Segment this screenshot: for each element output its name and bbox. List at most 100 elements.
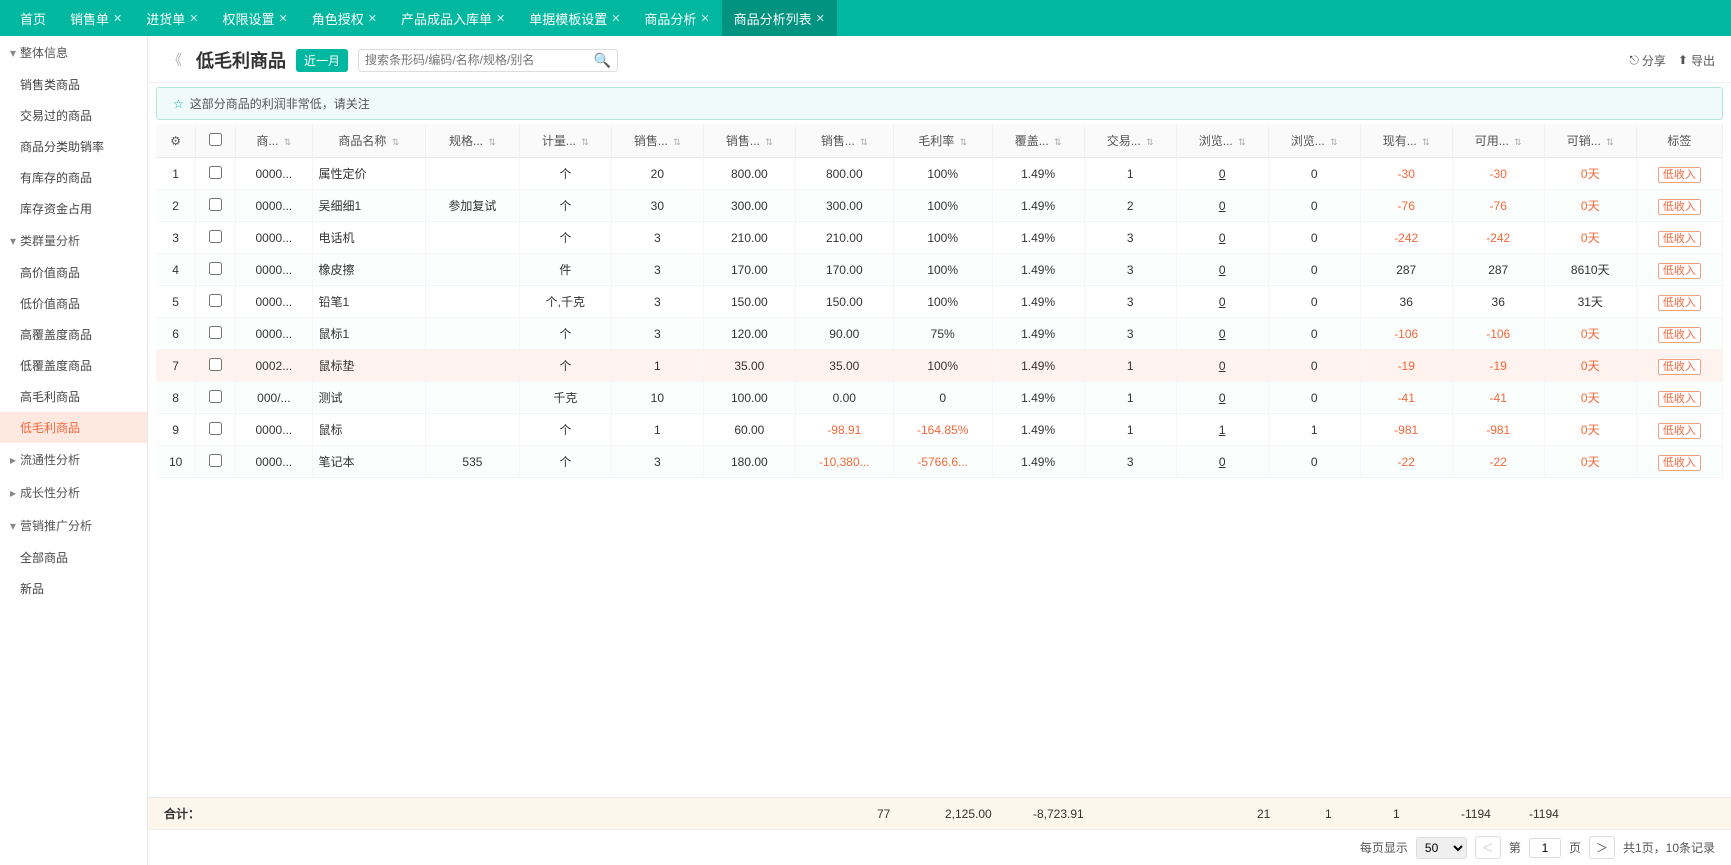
- close-icon[interactable]: ✕: [611, 12, 620, 25]
- row-name[interactable]: 鼠标垫: [312, 350, 426, 382]
- row-browse1[interactable]: 0: [1176, 286, 1268, 318]
- th-stock3[interactable]: 可销... ⇅: [1544, 124, 1636, 158]
- row-name[interactable]: 属性定价: [312, 158, 426, 190]
- row-browse1[interactable]: 0: [1176, 158, 1268, 190]
- row-checkbox[interactable]: [196, 222, 236, 254]
- th-browse2[interactable]: 浏览... ⇅: [1268, 124, 1360, 158]
- row-name[interactable]: 鼠标: [312, 414, 426, 446]
- th-sales1[interactable]: 销售... ⇅: [611, 124, 703, 158]
- row-name[interactable]: 电话机: [312, 222, 426, 254]
- row-checkbox[interactable]: [196, 382, 236, 414]
- row-select-checkbox[interactable]: [209, 198, 222, 211]
- sidebar-item-low-value[interactable]: 低价值商品: [0, 288, 147, 319]
- close-icon[interactable]: ✕: [113, 12, 122, 25]
- row-name[interactable]: 橡皮擦: [312, 254, 426, 286]
- th-name[interactable]: 商品名称 ⇅: [312, 124, 426, 158]
- th-settings[interactable]: ⚙: [156, 124, 196, 158]
- close-icon[interactable]: ✕: [368, 12, 377, 25]
- row-checkbox[interactable]: [196, 158, 236, 190]
- row-select-checkbox[interactable]: [209, 390, 222, 403]
- sidebar-item-in-stock[interactable]: 有库存的商品: [0, 162, 147, 193]
- row-browse1[interactable]: 0: [1176, 222, 1268, 254]
- row-name[interactable]: 铅笔1: [312, 286, 426, 318]
- sidebar-group-growth[interactable]: ▸ 成长性分析: [0, 476, 147, 509]
- page-number-input[interactable]: [1529, 838, 1561, 858]
- th-sales2[interactable]: 销售... ⇅: [703, 124, 795, 158]
- sidebar-group-cluster[interactable]: ▾ 类群量分析: [0, 224, 147, 257]
- sidebar-item-traded-goods[interactable]: 交易过的商品: [0, 100, 147, 131]
- nav-purchase[interactable]: 进货单 ✕: [134, 0, 210, 36]
- search-input[interactable]: [365, 53, 594, 67]
- th-sales3[interactable]: 销售... ⇅: [795, 124, 893, 158]
- select-all-checkbox[interactable]: [209, 133, 222, 146]
- row-checkbox[interactable]: [196, 318, 236, 350]
- row-browse1[interactable]: 0: [1176, 318, 1268, 350]
- row-checkbox[interactable]: [196, 350, 236, 382]
- sidebar-group-circulation[interactable]: ▸ 流通性分析: [0, 443, 147, 476]
- nav-analysis[interactable]: 商品分析 ✕: [632, 0, 721, 36]
- row-browse1[interactable]: 1: [1176, 414, 1268, 446]
- row-name[interactable]: 测试: [312, 382, 426, 414]
- th-browse1[interactable]: 浏览... ⇅: [1176, 124, 1268, 158]
- close-icon[interactable]: ✕: [700, 12, 709, 25]
- close-icon[interactable]: ✕: [279, 12, 288, 25]
- sidebar-item-all-goods[interactable]: 全部商品: [0, 542, 147, 573]
- th-gross[interactable]: 毛利率 ⇅: [893, 124, 992, 158]
- sidebar-item-stock-capital[interactable]: 库存资金占用: [0, 193, 147, 224]
- sidebar-group-marketing[interactable]: ▾ 营销推广分析: [0, 509, 147, 542]
- share-button[interactable]: ⎋ 分享: [1629, 52, 1666, 69]
- close-icon[interactable]: ✕: [496, 12, 505, 25]
- nav-products[interactable]: 产品成品入库单 ✕: [389, 0, 517, 36]
- sidebar-item-sales-goods[interactable]: 销售类商品: [0, 69, 147, 100]
- th-coverage[interactable]: 覆盖... ⇅: [992, 124, 1084, 158]
- th-code[interactable]: 商... ⇅: [236, 124, 312, 158]
- sidebar-collapse-btn[interactable]: 《: [164, 46, 186, 74]
- row-browse1[interactable]: 0: [1176, 190, 1268, 222]
- row-select-checkbox[interactable]: [209, 166, 222, 179]
- row-name[interactable]: 鼠标1: [312, 318, 426, 350]
- sidebar-item-low-profit[interactable]: 低毛利商品: [0, 412, 147, 443]
- prev-page-btn[interactable]: ＜: [1475, 836, 1501, 859]
- row-name[interactable]: 笔记本: [312, 446, 426, 478]
- search-icon[interactable]: 🔍: [594, 52, 611, 69]
- sidebar-group-overall[interactable]: ▾ 整体信息: [0, 36, 147, 69]
- row-checkbox[interactable]: [196, 254, 236, 286]
- row-select-checkbox[interactable]: [209, 454, 222, 467]
- nav-home[interactable]: 首页: [8, 0, 58, 36]
- page-size-select[interactable]: 50 100 200: [1416, 837, 1467, 859]
- close-icon[interactable]: ✕: [816, 12, 825, 25]
- row-browse1[interactable]: 0: [1176, 254, 1268, 286]
- th-spec[interactable]: 规格... ⇅: [426, 124, 520, 158]
- row-select-checkbox[interactable]: [209, 230, 222, 243]
- row-checkbox[interactable]: [196, 414, 236, 446]
- row-checkbox[interactable]: [196, 446, 236, 478]
- nav-permissions[interactable]: 权限设置 ✕: [210, 0, 299, 36]
- sidebar-item-low-coverage[interactable]: 低覆盖度商品: [0, 350, 147, 381]
- row-select-checkbox[interactable]: [209, 326, 222, 339]
- time-filter-btn[interactable]: 近一月: [296, 49, 348, 72]
- row-select-checkbox[interactable]: [209, 294, 222, 307]
- row-browse1[interactable]: 0: [1176, 350, 1268, 382]
- row-browse1[interactable]: 0: [1176, 446, 1268, 478]
- row-checkbox[interactable]: [196, 286, 236, 318]
- export-button[interactable]: ⬆ 导出: [1678, 52, 1715, 69]
- nav-templates[interactable]: 单据模板设置 ✕: [517, 0, 632, 36]
- th-stock1[interactable]: 现有... ⇅: [1360, 124, 1452, 158]
- row-name[interactable]: 吴细细1: [312, 190, 426, 222]
- next-page-btn[interactable]: ＞: [1589, 836, 1615, 859]
- row-checkbox[interactable]: [196, 190, 236, 222]
- row-select-checkbox[interactable]: [209, 262, 222, 275]
- th-trade[interactable]: 交易... ⇅: [1084, 124, 1176, 158]
- row-select-checkbox[interactable]: [209, 422, 222, 435]
- sidebar-item-high-value[interactable]: 高价值商品: [0, 257, 147, 288]
- sidebar-item-high-coverage[interactable]: 高覆盖度商品: [0, 319, 147, 350]
- th-stock2[interactable]: 可用... ⇅: [1452, 124, 1544, 158]
- nav-analysis-list[interactable]: 商品分析列表 ✕: [722, 0, 837, 36]
- th-unit[interactable]: 计量... ⇅: [519, 124, 611, 158]
- sidebar-item-category-rate[interactable]: 商品分类助销率: [0, 131, 147, 162]
- row-select-checkbox[interactable]: [209, 358, 222, 371]
- nav-roles[interactable]: 角色授权 ✕: [300, 0, 389, 36]
- sidebar-item-new-goods[interactable]: 新品: [0, 573, 147, 604]
- sidebar-item-high-profit[interactable]: 高毛利商品: [0, 381, 147, 412]
- close-icon[interactable]: ✕: [189, 12, 198, 25]
